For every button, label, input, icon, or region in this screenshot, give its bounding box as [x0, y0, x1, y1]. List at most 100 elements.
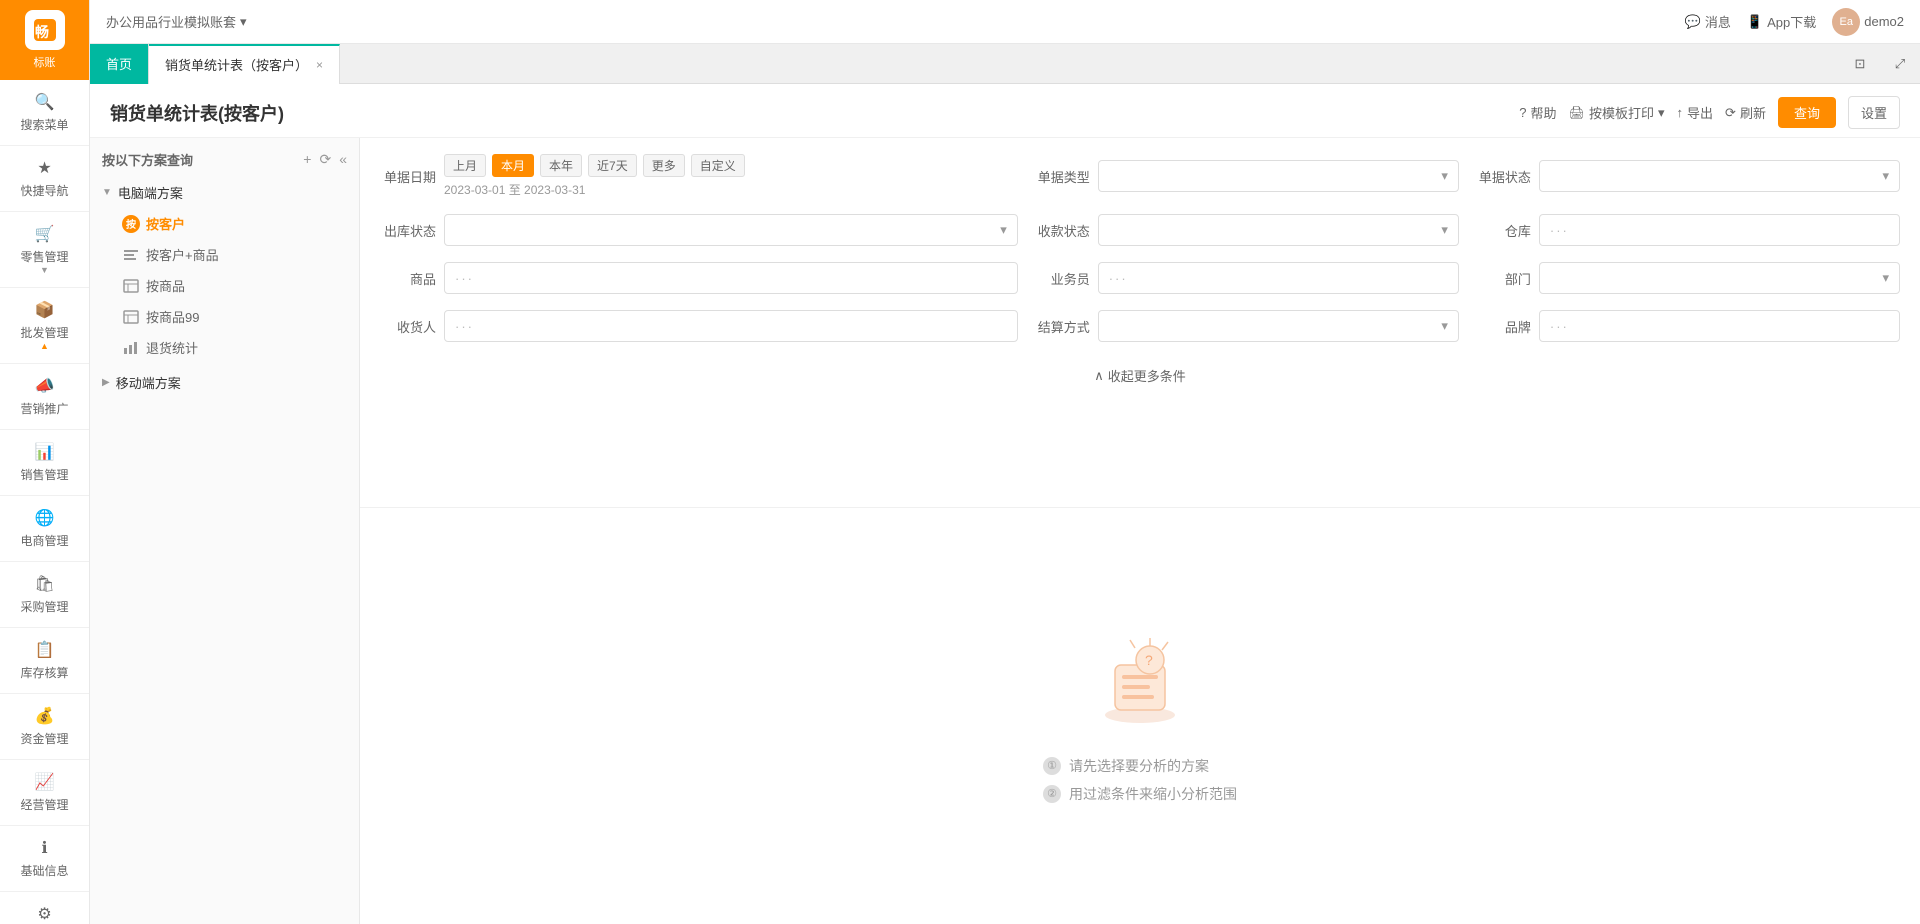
- export-button[interactable]: ↑ 导出: [1677, 103, 1714, 122]
- sidebar-item-label: 零售管理: [20, 248, 68, 265]
- sidebar-item-purchase[interactable]: 🛍 采购管理: [0, 562, 90, 628]
- settlement-select[interactable]: ▾: [1098, 310, 1459, 342]
- tab-close-button[interactable]: ×: [316, 58, 323, 72]
- date-btn-custom[interactable]: 自定义: [691, 154, 745, 177]
- sidebar-item-basic-info[interactable]: ℹ 基础信息: [0, 826, 90, 892]
- out-status-select[interactable]: ▾: [444, 214, 1018, 246]
- tab-home[interactable]: 首页: [90, 44, 149, 84]
- scheme-tree-item-by-product[interactable]: 按商品: [98, 270, 351, 301]
- filter-doc-status: 单据状态 ▾: [1475, 160, 1900, 192]
- chevron-down-icon: ▾: [1441, 318, 1448, 334]
- sidebar-item-label: 批发管理: [20, 324, 68, 341]
- doc-type-select[interactable]: ▾: [1098, 160, 1459, 192]
- doc-status-label: 单据状态: [1475, 167, 1531, 186]
- brand-select[interactable]: ···: [1539, 310, 1900, 342]
- collapse-up-icon: ∧: [1094, 368, 1104, 384]
- date-btn-more[interactable]: 更多: [643, 154, 685, 177]
- help-button[interactable]: ? 帮助: [1519, 103, 1556, 122]
- sidebar-item-marketing[interactable]: 📣 营销推广: [0, 364, 90, 430]
- warehouse-label: 仓库: [1475, 221, 1531, 240]
- empty-tips: ① 请先选择要分析的方案 ② 用过滤条件来缩小分析范围: [1043, 756, 1237, 812]
- industry-label: 办公用品行业模拟账套: [106, 12, 236, 31]
- industry-selector[interactable]: 办公用品行业模拟账套 ▾: [106, 12, 247, 31]
- date-control-wrapper: 上月 本月 本年 近7天 更多 自定义 2023-03-01 至 2023-03…: [444, 154, 1018, 198]
- brand-placeholder: ···: [1550, 319, 1569, 334]
- print-label: 按模板打印: [1589, 103, 1654, 122]
- scheme-add-button[interactable]: +: [303, 151, 311, 168]
- tab-expand-button[interactable]: ⊡: [1840, 44, 1880, 84]
- chevron-down-icon: ▾: [1441, 168, 1448, 184]
- message-button[interactable]: 💬 消息: [1685, 12, 1731, 31]
- empty-illustration: ?: [1080, 620, 1200, 740]
- sidebar-item-wholesale[interactable]: 📦 批发管理 ▲: [0, 288, 90, 364]
- sidebar-item-label: 采购管理: [20, 598, 68, 615]
- tab-sales-stat[interactable]: 销货单统计表（按客户） ×: [149, 44, 340, 84]
- scheme-tree-group-mobile: ▶ 移动端方案: [98, 367, 351, 398]
- product-select[interactable]: ···: [444, 262, 1018, 294]
- query-button[interactable]: 查询: [1778, 97, 1836, 128]
- filter-department: 部门 ▾: [1475, 262, 1900, 294]
- recipient-select[interactable]: ···: [444, 310, 1018, 342]
- scheme-tree-item-by-product99[interactable]: 按商品99: [98, 301, 351, 332]
- sidebar-item-quick-nav[interactable]: ★ 快捷导航: [0, 146, 90, 212]
- sidebar-item-operations[interactable]: 📈 经营管理: [0, 760, 90, 826]
- date-btn-7days[interactable]: 近7天: [588, 154, 637, 177]
- tip-text-2: 用过滤条件来缩小分析范围: [1069, 784, 1237, 804]
- sidebar-item-system[interactable]: ⚙ 系统管理: [0, 892, 90, 924]
- scheme-collapse-button[interactable]: «: [339, 151, 347, 168]
- sidebar-item-retail[interactable]: 🛒 零售管理 ▼: [0, 212, 90, 288]
- filter-warehouse: 仓库 ···: [1475, 214, 1900, 246]
- user-menu[interactable]: Ea demo2: [1832, 8, 1904, 36]
- settings-button[interactable]: 设置: [1848, 96, 1900, 129]
- salesperson-select[interactable]: ···: [1098, 262, 1459, 294]
- print-button[interactable]: 🖨 按模板打印 ▾: [1568, 103, 1664, 122]
- scheme-tree-group-desktop: ▼ 电脑端方案 按 按客户: [98, 177, 351, 363]
- product-label: 商品: [380, 269, 436, 288]
- scheme-tree-group-mobile-header[interactable]: ▶ 移动端方案: [98, 367, 351, 398]
- scheme-tree-item-by-customer-product[interactable]: 按客户+商品: [98, 239, 351, 270]
- date-btn-last-month[interactable]: 上月: [444, 154, 486, 177]
- customer-product-icon: [122, 246, 140, 264]
- payment-status-select[interactable]: ▾: [1098, 214, 1459, 246]
- chevron-down-icon: ▼: [102, 187, 112, 198]
- tip-num-1: ①: [1043, 757, 1061, 775]
- chevron-down-icon: ▼: [40, 265, 49, 275]
- print-icon: 🖨: [1568, 105, 1585, 121]
- scheme-tree-item-by-customer[interactable]: 按 按客户: [98, 208, 351, 239]
- group-label: 移动端方案: [116, 373, 181, 392]
- page-header: 销货单统计表(按客户) ? 帮助 🖨 按模板打印 ▾ ↑ 导出 ⟳ 刷新: [90, 84, 1920, 138]
- filter-row-1: 单据日期 上月 本月 本年 近7天 更多 自定义 20: [380, 154, 1900, 198]
- filter-row-2: 出库状态 ▾ 收款状态 ▾: [380, 214, 1900, 246]
- customer-scheme-icon: 按: [122, 215, 140, 233]
- sidebar-item-inventory[interactable]: 📋 库存核算: [0, 628, 90, 694]
- chevron-down-icon: ▾: [1000, 222, 1007, 238]
- sidebar-item-sales[interactable]: 📊 销售管理: [0, 430, 90, 496]
- department-select[interactable]: ▾: [1539, 262, 1900, 294]
- scheme-tree: ▼ 电脑端方案 按 按客户: [98, 177, 351, 398]
- scheme-refresh-button[interactable]: ⟳: [319, 151, 331, 168]
- wholesale-icon: 📦: [35, 300, 55, 320]
- scheme-tree-group-desktop-header[interactable]: ▼ 电脑端方案: [98, 177, 351, 208]
- chevron-down-icon: ▾: [1882, 168, 1889, 184]
- date-btn-this-month[interactable]: 本月: [492, 154, 534, 177]
- sidebar-item-search-menu[interactable]: 🔍 搜索菜单: [0, 80, 90, 146]
- filter-brand: 品牌 ···: [1475, 310, 1900, 342]
- message-label: 消息: [1705, 12, 1731, 31]
- page-actions: ? 帮助 🖨 按模板打印 ▾ ↑ 导出 ⟳ 刷新 查询 设置: [1519, 96, 1900, 129]
- filter-row-4: 收货人 ··· 结算方式 ▾: [380, 310, 1900, 342]
- refresh-button[interactable]: ⟳ 刷新: [1725, 103, 1766, 122]
- app-download-button[interactable]: 📱 App下载: [1747, 12, 1816, 31]
- warehouse-select[interactable]: ···: [1539, 214, 1900, 246]
- doc-status-select[interactable]: ▾: [1539, 160, 1900, 192]
- sidebar-item-ecommerce[interactable]: 🌐 电商管理: [0, 496, 90, 562]
- sidebar-item-label: 营销推广: [20, 400, 68, 417]
- sidebar-item-finance[interactable]: 💰 资金管理: [0, 694, 90, 760]
- sales-icon: 📊: [35, 442, 55, 462]
- empty-tip-2: ② 用过滤条件来缩小分析范围: [1043, 784, 1237, 804]
- date-btn-this-year[interactable]: 本年: [540, 154, 582, 177]
- collapse-more-button[interactable]: ∧ 收起更多条件: [380, 358, 1900, 393]
- tab-fullscreen-button[interactable]: ⤢: [1880, 44, 1920, 84]
- header-right: 💬 消息 📱 App下载 Ea demo2: [1685, 8, 1904, 36]
- sidebar-logo[interactable]: 畅 标账: [0, 0, 90, 80]
- scheme-tree-item-refund-stat[interactable]: 退货统计: [98, 332, 351, 363]
